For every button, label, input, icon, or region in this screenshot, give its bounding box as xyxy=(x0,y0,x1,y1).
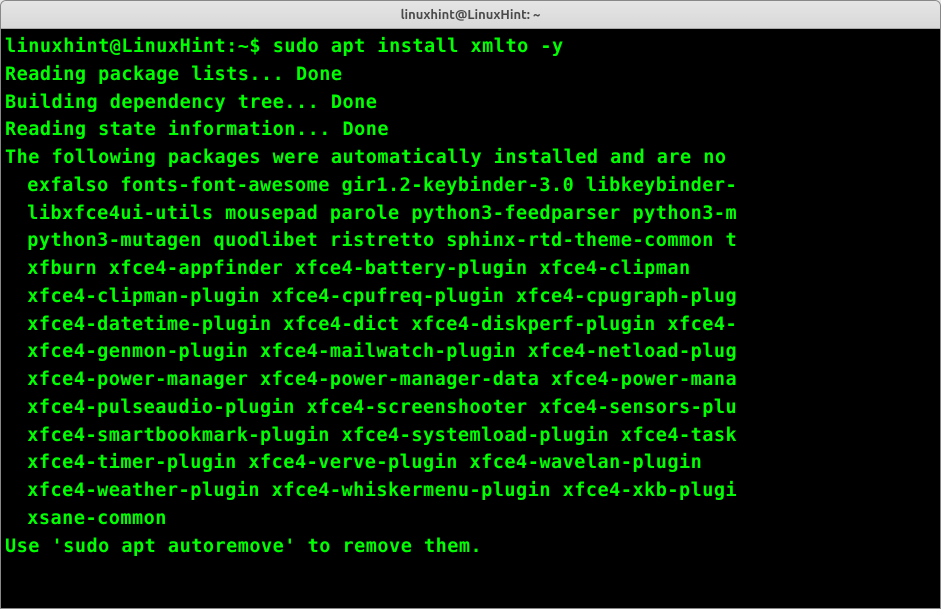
package-line: xfce4-timer-plugin xfce4-verve-plugin xf… xyxy=(5,449,936,477)
prompt-path: ~ xyxy=(238,36,250,57)
package-line: xfce4-clipman-plugin xfce4-cpufreq-plugi… xyxy=(5,283,936,311)
output-line: Reading state information... Done xyxy=(5,119,389,140)
package-line: xsane-common xyxy=(5,505,936,533)
package-line: xfce4-power-manager xfce4-power-manager-… xyxy=(5,366,936,394)
package-line: xfce4-genmon-plugin xfce4-mailwatch-plug… xyxy=(5,338,936,366)
package-line: xfce4-smartbookmark-plugin xfce4-systeml… xyxy=(5,422,936,450)
package-line: xfce4-weather-plugin xfce4-whiskermenu-p… xyxy=(5,477,936,505)
terminal-content[interactable]: linuxhint@LinuxHint:~$ sudo apt install … xyxy=(1,29,940,608)
prompt-user-host: linuxhint@LinuxHint xyxy=(5,36,226,57)
package-line: exfalso fonts-font-awesome gir1.2-keybin… xyxy=(5,172,936,200)
output-line: The following packages were automaticall… xyxy=(5,147,738,168)
prompt-separator: : xyxy=(226,36,238,57)
package-line: xfce4-datetime-plugin xfce4-dict xfce4-d… xyxy=(5,311,936,339)
window-title: linuxhint@LinuxHint: ~ xyxy=(401,8,541,22)
package-line: xfburn xfce4-appfinder xfce4-battery-plu… xyxy=(5,255,936,283)
package-line: xfce4-pulseaudio-plugin xfce4-screenshoo… xyxy=(5,394,936,422)
output-line: Reading package lists... Done xyxy=(5,64,343,85)
package-line: python3-mutagen quodlibet ristretto sphi… xyxy=(5,227,936,255)
command-text: sudo apt install xmlto -y xyxy=(273,36,564,57)
output-line: Building dependency tree... Done xyxy=(5,92,377,113)
terminal-window: linuxhint@LinuxHint: ~ linuxhint@LinuxHi… xyxy=(0,0,941,609)
output-footer: Use 'sudo apt autoremove' to remove them… xyxy=(5,536,482,557)
window-title-bar[interactable]: linuxhint@LinuxHint: ~ xyxy=(1,1,940,29)
package-line: libxfce4ui-utils mousepad parole python3… xyxy=(5,200,936,228)
prompt-symbol: $ xyxy=(249,36,261,57)
